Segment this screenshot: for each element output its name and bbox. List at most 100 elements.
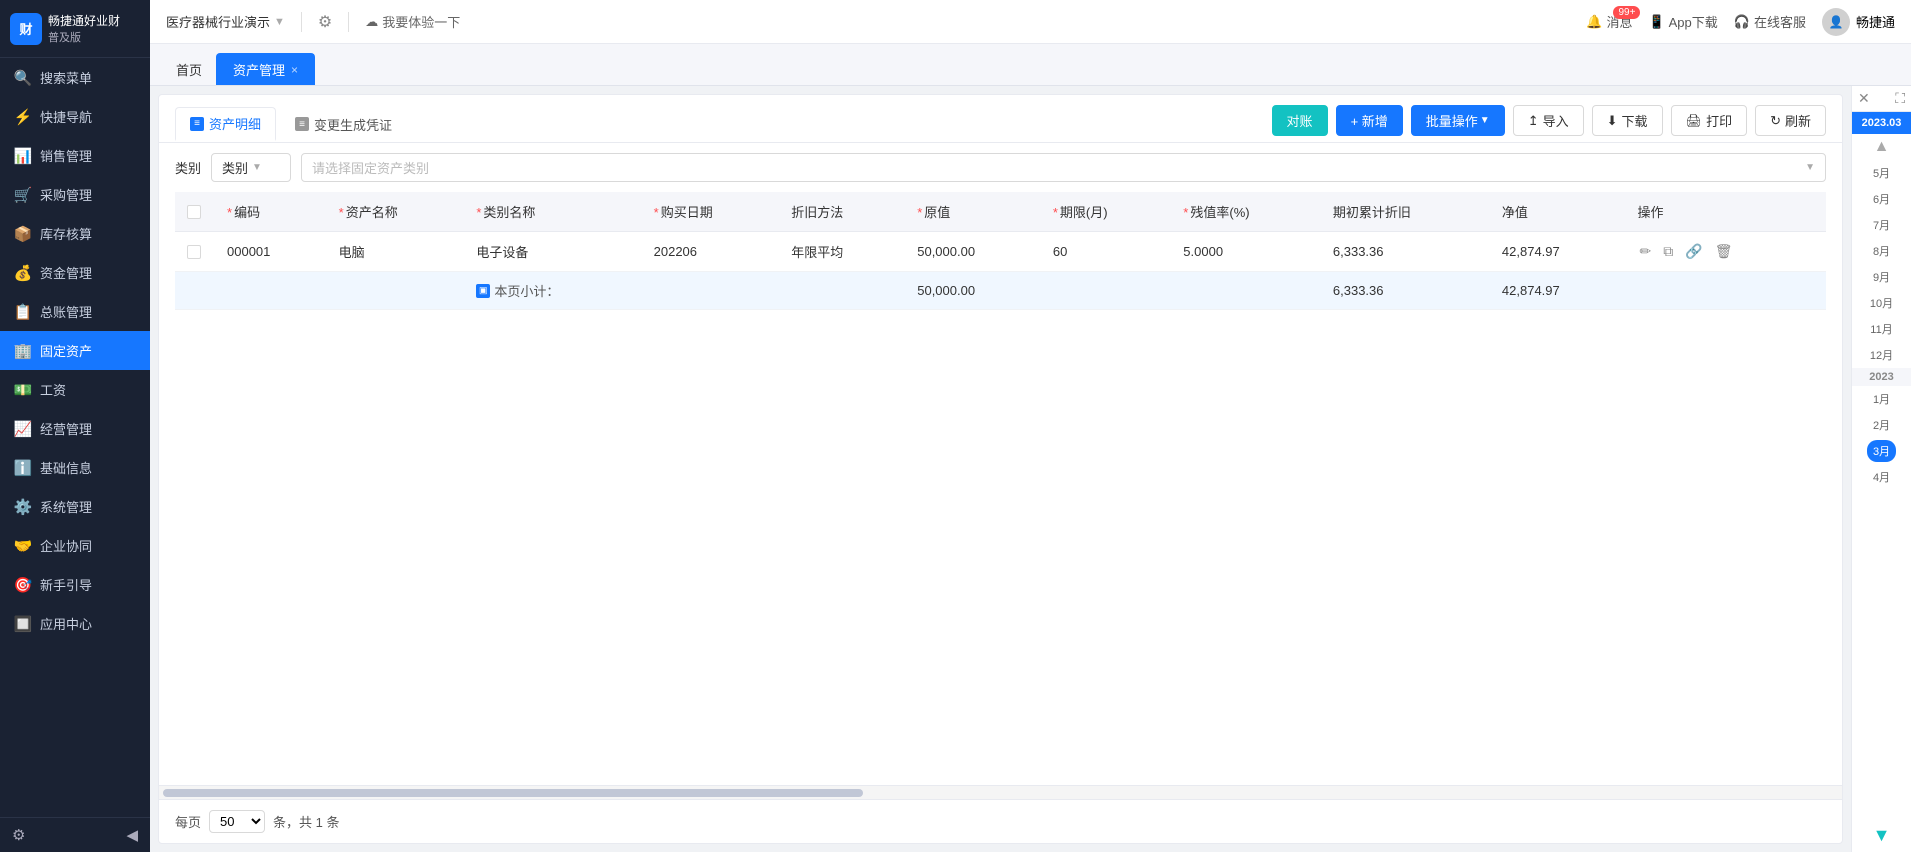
box-icon: 📦 (14, 225, 32, 243)
active-tab-label: 资产管理 (233, 60, 285, 79)
sidebar-item-guide[interactable]: 🎯 新手引导 (0, 565, 150, 604)
category-select[interactable]: 请选择固定资产类别 ▼ (301, 153, 1826, 182)
import-label: 导入 (1543, 111, 1569, 130)
edit-row-button[interactable]: ✏ (1638, 241, 1654, 262)
delete-row-button[interactable]: 🗑 (1713, 241, 1735, 262)
download-button[interactable]: ⬇ 下载 (1592, 105, 1663, 136)
new-button[interactable]: + 新增 (1336, 105, 1403, 136)
row-checkbox[interactable] (187, 245, 201, 259)
tl-month-12[interactable]: 12月 (1852, 342, 1911, 368)
sidebar-item-inventory[interactable]: 📦 库存核算 (0, 214, 150, 253)
sidebar-item-label-app-center: 应用中心 (40, 614, 92, 633)
tab-close-icon[interactable]: × (291, 63, 298, 77)
link-row-button[interactable]: 🔗 (1683, 241, 1704, 262)
sidebar-item-label-ledger: 总账管理 (40, 302, 92, 321)
subtab1-label: 资产明细 (209, 114, 261, 133)
sidebar-item-system[interactable]: ⚙️ 系统管理 (0, 487, 150, 526)
sidebar-item-basic-info[interactable]: ℹ️ 基础信息 (0, 448, 150, 487)
sidebar-item-funds[interactable]: 💰 资金管理 (0, 253, 150, 292)
per-page-select[interactable]: 10 20 50 100 (209, 810, 265, 833)
row-net-value: 42,874.97 (1490, 232, 1626, 272)
batch-button[interactable]: 批量操作 ▼ (1411, 105, 1505, 136)
sidebar-item-business[interactable]: 📈 经营管理 (0, 409, 150, 448)
timeline-expand-icon[interactable]: ⛶ (1895, 90, 1905, 107)
company-selector[interactable]: 医疗器械行业演示 ▼ (166, 12, 285, 31)
sidebar-logo-icon: 财 (10, 13, 42, 45)
copy-row-button[interactable]: ⧉ (1661, 241, 1675, 262)
row-checkbox-cell (175, 232, 215, 272)
timeline-down-button[interactable]: ▼ (1852, 819, 1911, 852)
category-type-select[interactable]: 类别 ▼ (211, 153, 291, 182)
sidebar-item-ledger[interactable]: 📋 总账管理 (0, 292, 150, 331)
col-category-label: 类别名称 (483, 205, 535, 220)
sidebar-item-sales[interactable]: 📊 销售管理 (0, 136, 150, 175)
settings-footer-icon[interactable]: ⚙ (12, 826, 25, 844)
sidebar-item-app-center[interactable]: 🔲 应用中心 (0, 604, 150, 643)
sidebar-item-purchase[interactable]: 🛒 采购管理 (0, 175, 150, 214)
tl-month-4[interactable]: 4月 (1852, 464, 1911, 490)
topbar-right: 🔔 消息 99+ 📱 App下载 🎧 在线客服 👤 畅捷通 (1586, 8, 1895, 36)
timeline-collapse-icon[interactable]: ✕ (1858, 90, 1870, 107)
avatar: 👤 (1822, 8, 1850, 36)
sidebar-logo-sub: 普及版 (48, 29, 120, 45)
sidebar-item-label-purchase: 采购管理 (40, 185, 92, 204)
sidebar-item-label-basic-info: 基础信息 (40, 458, 92, 477)
sidebar-footer: ⚙ ◀ (0, 817, 150, 852)
app-download-button[interactable]: 📱 App下载 (1648, 12, 1717, 31)
subtab-change-voucher[interactable]: ≡ 变更生成凭证 (280, 108, 407, 140)
tl-month-11[interactable]: 11月 (1852, 316, 1911, 342)
horizontal-scrollbar[interactable] (159, 785, 1842, 799)
import-button[interactable]: ↥ 导入 (1513, 105, 1584, 136)
tl-month-1[interactable]: 1月 (1852, 386, 1911, 412)
online-service-button[interactable]: 🎧 在线客服 (1734, 12, 1806, 31)
sidebar-item-search[interactable]: 🔍 搜索菜单 (0, 58, 150, 97)
app-download-label: App下载 (1669, 12, 1718, 31)
handshake-icon: 🤝 (14, 537, 32, 555)
th-depreciation: 折旧方法 (779, 192, 905, 232)
refresh-button[interactable]: ↻ 刷新 (1755, 105, 1826, 136)
row-original-value: 50,000.00 (905, 232, 1041, 272)
th-name: *资产名称 (327, 192, 465, 232)
cloud-icon: ☁ (365, 14, 378, 30)
print-button[interactable]: 🖨 打印 (1671, 105, 1748, 136)
tl-month-10[interactable]: 10月 (1852, 290, 1911, 316)
col-name-label: 资产名称 (346, 205, 398, 220)
scrollbar-thumb[interactable] (163, 789, 863, 797)
col-purchase-date-label: 购买日期 (661, 205, 713, 220)
tl-month-8[interactable]: 8月 (1852, 238, 1911, 264)
col-accum-depreciation-label: 期初累计折旧 (1333, 205, 1411, 220)
user-name: 畅捷通 (1856, 12, 1895, 31)
tab-asset-management[interactable]: 资产管理 × (216, 53, 315, 85)
sidebar-item-label-search: 搜索菜单 (40, 68, 92, 87)
select-all-checkbox[interactable] (187, 205, 201, 219)
sidebar-item-label-system: 系统管理 (40, 497, 92, 516)
sidebar-item-payroll[interactable]: 💵 工资 (0, 370, 150, 409)
tl-month-6[interactable]: 6月 (1852, 186, 1911, 212)
tl-month-7[interactable]: 7月 (1852, 212, 1911, 238)
chart-icon: 📊 (14, 147, 32, 165)
topbar-settings-icon[interactable]: ⚙ (318, 12, 332, 32)
import-icon: ↥ (1528, 113, 1539, 129)
reconcile-button[interactable]: 对账 (1272, 105, 1328, 136)
notification-button[interactable]: 🔔 消息 99+ (1586, 12, 1632, 31)
tab-home[interactable]: 首页 (166, 54, 212, 85)
bell-icon: 🔔 (1586, 14, 1602, 30)
tl-month-2[interactable]: 2月 (1852, 412, 1911, 438)
collapse-sidebar-icon[interactable]: ◀ (126, 826, 138, 844)
print-icon: 🖨 (1686, 113, 1703, 129)
tl-month-3-current[interactable]: 3月 (1867, 440, 1896, 462)
subtab-asset-detail[interactable]: ≡ 资产明细 (175, 107, 276, 141)
row-name: 电脑 (327, 232, 465, 272)
guide-icon: 🎯 (14, 576, 32, 594)
timeline-up-button[interactable]: ▲ (1852, 134, 1911, 160)
experience-button[interactable]: ☁ 我要体验一下 (365, 12, 460, 31)
sidebar-item-cooperation[interactable]: 🤝 企业协同 (0, 526, 150, 565)
tl-month-5[interactable]: 5月 (1852, 160, 1911, 186)
tl-month-9[interactable]: 9月 (1852, 264, 1911, 290)
sidebar-item-quick-nav[interactable]: ⚡ 快捷导航 (0, 97, 150, 136)
pagination: 每页 10 20 50 100 条，共 1 条 (159, 799, 1842, 843)
total-label: 条，共 1 条 (273, 812, 339, 831)
sidebar-item-fixed-assets[interactable]: 🏢 固定资产 (0, 331, 150, 370)
user-menu[interactable]: 👤 畅捷通 (1822, 8, 1895, 36)
col-period-label: 期限(月) (1060, 205, 1108, 220)
